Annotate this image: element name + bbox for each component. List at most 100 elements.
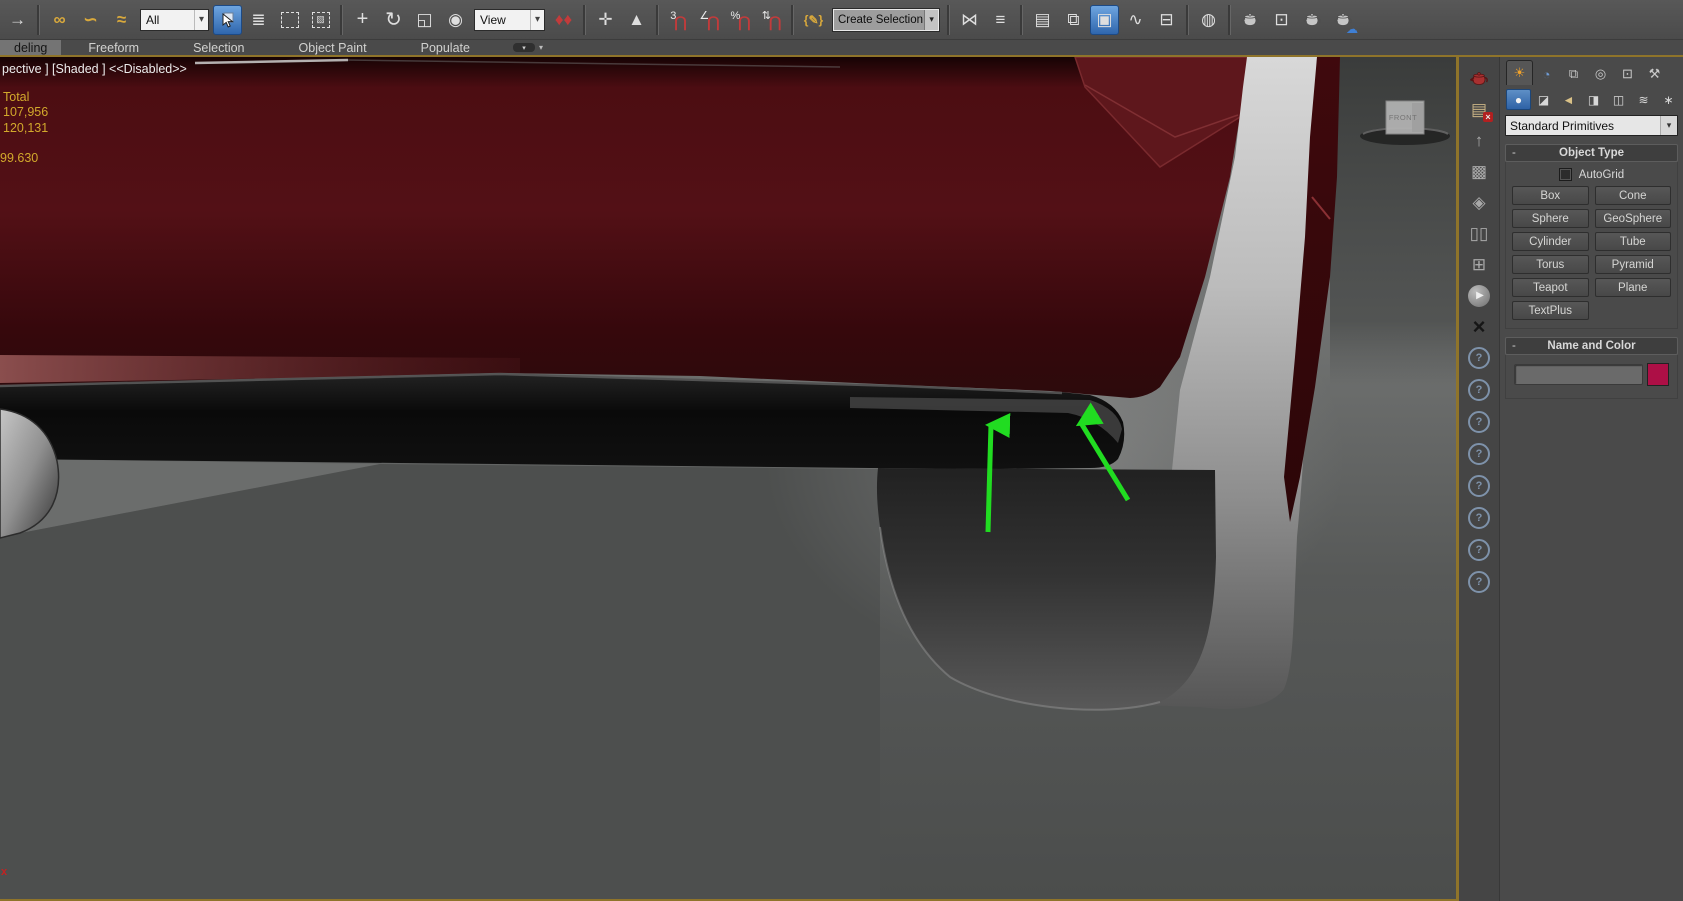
named-selection-set-combo[interactable]: Create Selection Se▾ xyxy=(832,7,940,32)
rectangular-selection-region-icon[interactable] xyxy=(275,5,304,35)
category-helpers[interactable]: ◫ xyxy=(1606,89,1631,110)
select-and-place-icon[interactable]: ◉ xyxy=(441,5,470,35)
tab-create[interactable]: ☀ xyxy=(1506,60,1533,85)
mirror-icon[interactable]: ⋈ xyxy=(955,5,984,35)
primitive-button-plane[interactable]: Plane xyxy=(1594,278,1671,297)
help-icon[interactable]: ? xyxy=(1468,379,1490,401)
chevron-down-icon[interactable]: ▾ xyxy=(924,9,938,30)
teapot-icon[interactable] xyxy=(1462,65,1496,92)
ribbon-tab-bar: deling Freeform Selection Object Paint Popul… xyxy=(0,40,1683,55)
scene-explorer-icon[interactable]: ▤ xyxy=(1028,5,1057,35)
chevron-down-icon[interactable]: ▾ xyxy=(1660,116,1677,135)
help-icon[interactable]: ? xyxy=(1468,411,1490,433)
tab-motion[interactable]: ◎ xyxy=(1587,63,1614,85)
ribbon-collapse-button[interactable]: ▾ xyxy=(511,40,537,55)
edit-named-selection-sets-icon[interactable]: {✎} xyxy=(799,5,828,35)
select-and-move-icon[interactable]: + xyxy=(348,5,377,35)
perspective-viewport[interactable]: FRONT pective ] [Shaded ] <<Disabled>> T… xyxy=(0,57,1459,901)
primitive-button-teapot[interactable]: Teapot xyxy=(1512,278,1589,297)
ribbon-tab-object-paint[interactable]: Object Paint xyxy=(272,40,394,55)
category-systems[interactable]: ∗ xyxy=(1656,89,1681,110)
select-and-rotate-icon[interactable]: ↻ xyxy=(379,5,408,35)
chevron-down-icon[interactable]: ▾ xyxy=(529,9,544,30)
autogrid-checkbox[interactable] xyxy=(1558,168,1572,181)
primitive-button-box[interactable]: Box xyxy=(1512,186,1589,205)
render-in-cloud-icon[interactable]: ☁ xyxy=(1329,5,1358,36)
tab-utilities[interactable]: ⚒ xyxy=(1641,63,1668,85)
viewport-label[interactable]: pective ] [Shaded ] <<Disabled>> xyxy=(2,62,187,76)
align-icon[interactable]: ≡ xyxy=(986,5,1015,35)
autogrid-up-icon[interactable]: ↑ xyxy=(1462,127,1496,154)
help-icon[interactable]: ? xyxy=(1468,443,1490,465)
collapse-icon[interactable]: - xyxy=(1512,147,1516,159)
tab-hierarchy[interactable]: ⧉ xyxy=(1560,63,1587,85)
primitive-button-cylinder[interactable]: Cylinder xyxy=(1512,232,1589,251)
ribbon-tab-freeform[interactable]: Freeform xyxy=(61,40,166,55)
window-crossing-toggle-icon[interactable]: ▧ xyxy=(306,5,335,35)
help-icon[interactable]: ? xyxy=(1468,347,1490,369)
chevron-down-icon[interactable]: ▾ xyxy=(193,9,208,30)
help-icon[interactable]: ? xyxy=(1468,539,1490,561)
render-production-icon[interactable] xyxy=(1298,5,1327,35)
spinner-snap-toggle-icon[interactable]: ⇅ ⋂ xyxy=(757,5,786,35)
chevron-down-icon[interactable]: ▾ xyxy=(539,40,543,55)
select-and-manipulate-icon[interactable]: ✛ xyxy=(591,5,620,35)
object-type-rollout-header[interactable]: - Object Type xyxy=(1505,144,1678,162)
category-lights[interactable]: ◄ xyxy=(1556,89,1581,110)
primitive-button-geosphere[interactable]: GeoSphere xyxy=(1594,209,1671,228)
lattice-cube-icon[interactable]: ⊞ xyxy=(1462,251,1496,278)
keyboard-shortcut-override-icon[interactable]: ▲ xyxy=(622,5,651,35)
checker-pattern-icon[interactable]: ▩ xyxy=(1462,158,1496,185)
tab-display[interactable]: ⊡ xyxy=(1614,63,1641,85)
ribbon-tab-deling[interactable]: deling xyxy=(0,40,62,55)
plane-move-icon[interactable]: ◈ xyxy=(1462,189,1496,216)
dual-panels-icon[interactable]: ▯▯ xyxy=(1462,220,1496,247)
select-and-scale-icon[interactable]: ◱ xyxy=(410,5,439,35)
primitive-button-sphere[interactable]: Sphere xyxy=(1512,209,1589,228)
selection-filter-dropdown[interactable]: All ▾ xyxy=(140,8,209,31)
ribbon-tab-populate[interactable]: Populate xyxy=(394,40,497,55)
delete-box-icon[interactable]: ▤ × xyxy=(1462,96,1496,123)
primitive-button-tube[interactable]: Tube xyxy=(1594,232,1671,251)
primitive-button-cone[interactable]: Cone xyxy=(1594,186,1671,205)
use-pivot-point-center-icon[interactable]: ♦♦ xyxy=(549,5,578,35)
curve-editor-icon[interactable]: ∿ xyxy=(1121,5,1150,35)
collapse-icon[interactable]: - xyxy=(1512,340,1516,352)
primitive-button-torus[interactable]: Torus xyxy=(1512,255,1589,274)
category-cameras[interactable]: ◨ xyxy=(1581,89,1606,110)
tab-modify[interactable]: ◔ xyxy=(1533,63,1560,85)
viewcube-front-label[interactable]: FRONT xyxy=(1389,113,1417,122)
play-icon[interactable]: ▶ xyxy=(1462,282,1496,309)
category-geometry[interactable]: ● xyxy=(1506,89,1531,110)
primitive-button-pyramid[interactable]: Pyramid xyxy=(1594,255,1671,274)
name-color-rollout-header[interactable]: - Name and Color xyxy=(1505,337,1678,355)
angle-snap-toggle-icon[interactable]: ∠ ⋂ xyxy=(695,5,724,35)
percent-snap-toggle-icon[interactable]: % ⋂ xyxy=(726,5,755,35)
primitive-category-dropdown[interactable]: Standard Primitives ▾ xyxy=(1505,115,1678,136)
schematic-view-icon[interactable]: ⊟ xyxy=(1152,5,1181,35)
toggle-ribbon-icon[interactable]: ▣ xyxy=(1090,4,1119,35)
select-by-name-icon[interactable]: ≣ xyxy=(244,5,273,35)
snap-toggle-3d-icon[interactable]: 3 ⋂ xyxy=(664,5,693,35)
rendered-frame-window-icon[interactable]: ⊡ xyxy=(1267,5,1296,35)
toolbar-separator xyxy=(656,4,659,35)
material-editor-icon[interactable]: ◍ xyxy=(1194,5,1223,35)
select-and-link-icon[interactable]: ∞ xyxy=(45,5,74,35)
help-icon[interactable]: ? xyxy=(1468,475,1490,497)
manage-layers-icon[interactable]: ⧉ xyxy=(1059,5,1088,35)
object-color-swatch[interactable] xyxy=(1647,363,1669,386)
primitive-button-textplus[interactable]: TextPlus xyxy=(1512,301,1589,320)
unlink-selection-icon[interactable]: ∽ xyxy=(76,5,105,35)
category-space-warps[interactable]: ≋ xyxy=(1631,89,1656,110)
close-x-icon[interactable]: × xyxy=(1462,313,1496,340)
ribbon-tab-selection[interactable]: Selection xyxy=(166,40,271,55)
reference-coordinate-system-dropdown[interactable]: View ▾ xyxy=(474,8,545,31)
bind-to-space-warp-icon[interactable]: ≈ xyxy=(107,5,136,35)
select-object-button[interactable] xyxy=(213,4,242,35)
object-name-field[interactable] xyxy=(1514,364,1643,385)
help-icon[interactable]: ? xyxy=(1468,571,1490,593)
redo-icon[interactable]: → xyxy=(3,5,32,35)
help-icon[interactable]: ? xyxy=(1468,507,1490,529)
render-setup-icon[interactable] xyxy=(1236,5,1265,35)
category-shapes[interactable]: ◪ xyxy=(1531,89,1556,110)
